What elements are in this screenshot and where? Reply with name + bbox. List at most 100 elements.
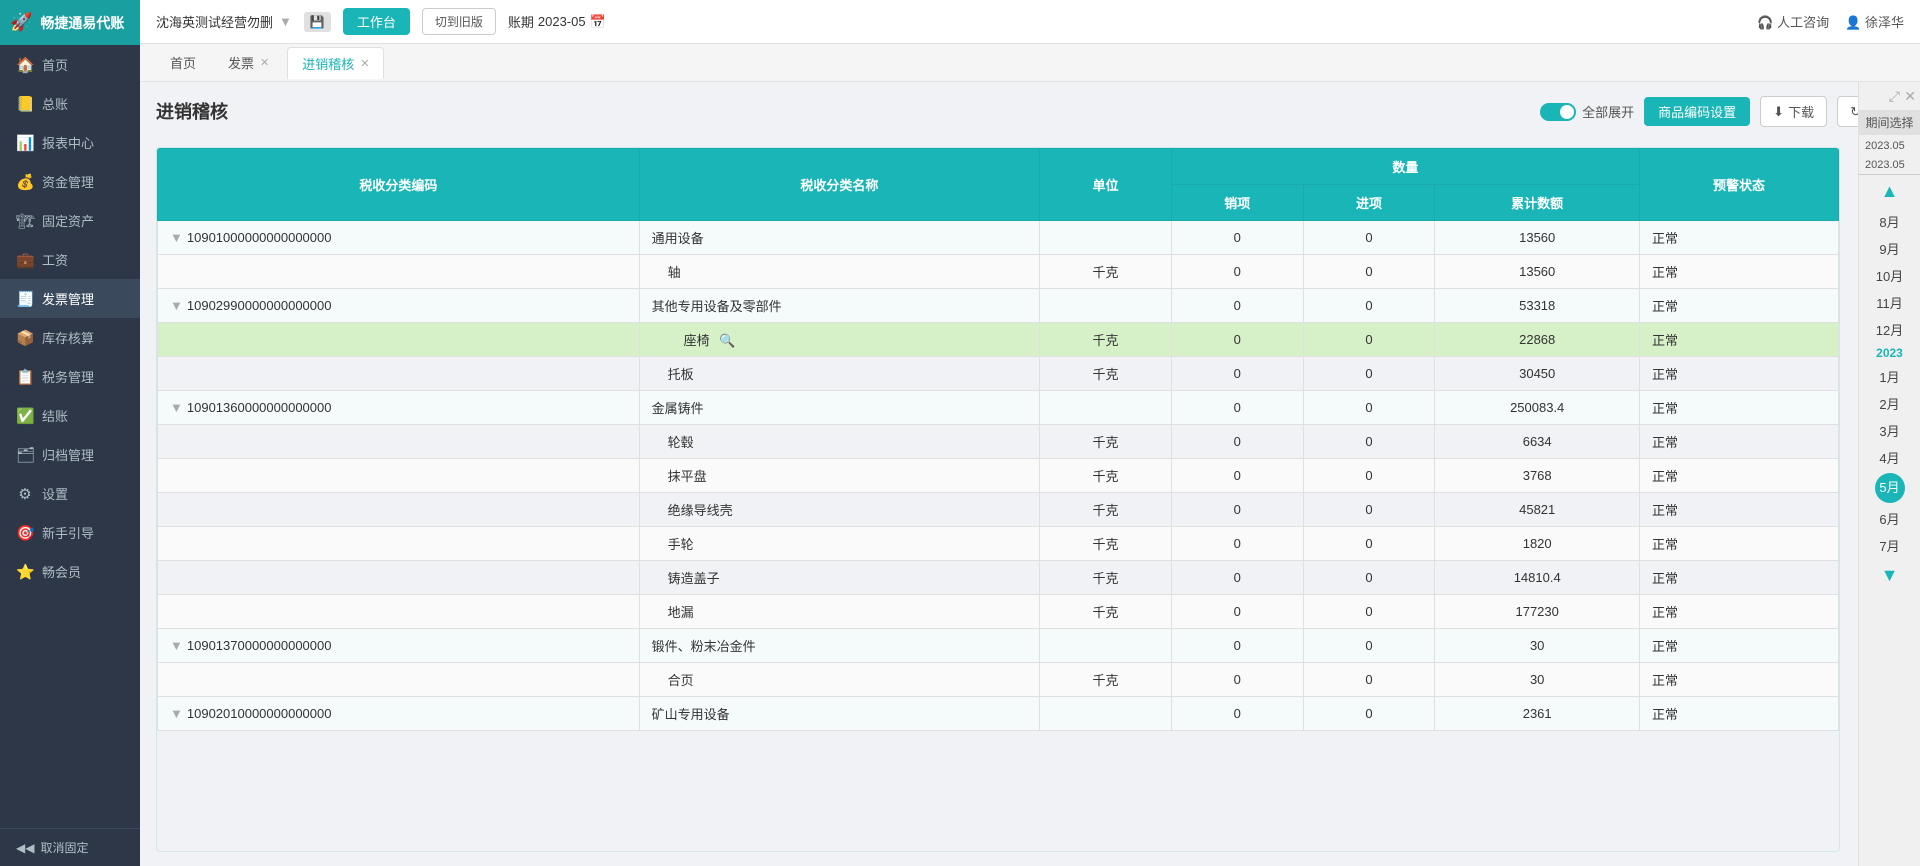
sidebar-item-guide[interactable]: 🎯 新手引导 bbox=[0, 513, 140, 552]
tab-invoice-close[interactable]: ✕ bbox=[260, 56, 269, 69]
pin-toggle[interactable]: ◀◀ 取消固定 bbox=[0, 828, 140, 866]
sidebar-item-assets[interactable]: 🏗 固定资产 bbox=[0, 201, 140, 240]
save-draft-icon[interactable]: 💾 bbox=[304, 12, 331, 32]
sidebar: 🚀 畅捷通易代账 🏠 首页 📒 总账 📊 报表中心 💰 资金管理 🏗 固定资产 … bbox=[0, 0, 140, 866]
month-item[interactable]: 10月 bbox=[1859, 262, 1920, 289]
cell-status: 正常 bbox=[1640, 663, 1839, 697]
period-row-1[interactable]: 2023.05 2023.05 bbox=[1859, 137, 1920, 175]
sidebar-item-fund[interactable]: 💰 资金管理 bbox=[0, 162, 140, 201]
cell-total: 45821 bbox=[1435, 493, 1640, 527]
sidebar-item-salary[interactable]: 💼 工资 bbox=[0, 240, 140, 279]
table-row: ▼10901370000000000000锻件、粉末冶金件0030正常 bbox=[158, 629, 1839, 663]
table-row: ▼10902990000000000000其他专用设备及零部件0053318正常 bbox=[158, 289, 1839, 323]
sidebar-item-archive[interactable]: 🗂 归档管理 bbox=[0, 435, 140, 474]
month-item[interactable]: 2月 bbox=[1859, 390, 1920, 417]
cell-unit bbox=[1040, 391, 1172, 425]
download-button[interactable]: ⬇ 下载 bbox=[1760, 96, 1827, 127]
sidebar-label-guide: 新手引导 bbox=[42, 523, 94, 542]
salary-icon: 💼 bbox=[16, 251, 34, 269]
logo-icon: 🚀 bbox=[10, 12, 32, 33]
member-icon: ⭐ bbox=[16, 563, 34, 581]
cell-name: 手轮 bbox=[639, 527, 1039, 561]
cell-code: ▼10902990000000000000 bbox=[158, 289, 640, 323]
sidebar-item-inventory[interactable]: 📦 库存核算 bbox=[0, 318, 140, 357]
cell-status: 正常 bbox=[1640, 561, 1839, 595]
cell-status: 正常 bbox=[1640, 493, 1839, 527]
page-content: 进销稽核 全部展开 商品编码设置 ⬇ 下载 ↻ 刷新 bbox=[140, 82, 1920, 866]
panel-expand-button[interactable]: ⤢ bbox=[1889, 88, 1900, 105]
nav-down-button[interactable]: ▼ bbox=[1881, 565, 1899, 586]
sidebar-item-invoice[interactable]: 🧾 发票管理 bbox=[0, 279, 140, 318]
cell-total: 13560 bbox=[1435, 255, 1640, 289]
sidebar-item-member[interactable]: ⭐ 畅会员 bbox=[0, 552, 140, 591]
nav-up-button[interactable]: ▲ bbox=[1881, 181, 1899, 202]
sidebar-item-close[interactable]: ✅ 结账 bbox=[0, 396, 140, 435]
table-row: 座椅 🔍千克0022868正常 bbox=[158, 323, 1839, 357]
cell-sales: 0 bbox=[1171, 323, 1303, 357]
cell-name: 地漏 bbox=[639, 595, 1039, 629]
switch-old-button[interactable]: 切到旧版 bbox=[422, 8, 496, 35]
tab-reconciliation[interactable]: 进销稽核 ✕ bbox=[287, 47, 384, 79]
panel-title: 期间选择 bbox=[1859, 110, 1920, 135]
product-code-settings-button[interactable]: 商品编码设置 bbox=[1644, 97, 1750, 126]
cell-sales: 0 bbox=[1171, 459, 1303, 493]
calendar-icon[interactable]: 📅 bbox=[590, 14, 606, 30]
sidebar-label-archive: 归档管理 bbox=[42, 445, 94, 464]
month-item[interactable]: 3月 bbox=[1859, 417, 1920, 444]
cell-unit: 千克 bbox=[1040, 357, 1172, 391]
cell-name: 托板 bbox=[639, 357, 1039, 391]
month-item[interactable]: 9月 bbox=[1859, 235, 1920, 262]
cell-purchase: 0 bbox=[1303, 255, 1435, 289]
month-item[interactable]: 7月 bbox=[1859, 532, 1920, 559]
table-row: 铸造盖子千克0014810.4正常 bbox=[158, 561, 1839, 595]
month-item[interactable]: 8月 bbox=[1859, 208, 1920, 235]
cell-purchase: 0 bbox=[1303, 561, 1435, 595]
sidebar-item-tax[interactable]: 📋 税务管理 bbox=[0, 357, 140, 396]
month-item[interactable]: 1月 bbox=[1859, 363, 1920, 390]
tab-reconciliation-close[interactable]: ✕ bbox=[360, 57, 369, 70]
month-item[interactable]: 4月 bbox=[1859, 444, 1920, 471]
cell-sales: 0 bbox=[1171, 561, 1303, 595]
cell-code bbox=[158, 425, 640, 459]
panel-close-button[interactable]: ✕ bbox=[1904, 88, 1916, 105]
col-quantity-group: 数量 bbox=[1171, 149, 1639, 185]
cell-purchase: 0 bbox=[1303, 391, 1435, 425]
company-selector[interactable]: 沈海英测试经营勿删 ▼ bbox=[156, 12, 292, 31]
cell-sales: 0 bbox=[1171, 391, 1303, 425]
sidebar-item-ledger[interactable]: 📒 总账 bbox=[0, 84, 140, 123]
sidebar-item-home[interactable]: 🏠 首页 bbox=[0, 45, 140, 84]
cell-purchase: 0 bbox=[1303, 697, 1435, 731]
cell-sales: 0 bbox=[1171, 527, 1303, 561]
cell-unit: 千克 bbox=[1040, 527, 1172, 561]
cell-status: 正常 bbox=[1640, 425, 1839, 459]
cell-unit: 千克 bbox=[1040, 595, 1172, 629]
table-row: 轮毂千克006634正常 bbox=[158, 425, 1839, 459]
download-icon: ⬇ bbox=[1773, 104, 1784, 120]
reports-icon: 📊 bbox=[16, 134, 34, 152]
sidebar-item-settings[interactable]: ⚙ 设置 bbox=[0, 474, 140, 513]
tab-home[interactable]: 首页 bbox=[156, 47, 210, 78]
cell-status: 正常 bbox=[1640, 459, 1839, 493]
month-item[interactable]: 5月 bbox=[1875, 473, 1905, 503]
sidebar-item-reports[interactable]: 📊 报表中心 bbox=[0, 123, 140, 162]
search-icon[interactable]: 🔍 bbox=[719, 333, 735, 348]
cell-sales: 0 bbox=[1171, 255, 1303, 289]
month-list: 8月9月10月11月12月20231月2月3月4月5月6月7月 bbox=[1859, 208, 1920, 559]
month-item[interactable]: 6月 bbox=[1859, 505, 1920, 532]
settings-icon: ⚙ bbox=[16, 485, 34, 503]
month-item[interactable]: 11月 bbox=[1859, 289, 1920, 316]
tab-invoice[interactable]: 发票 ✕ bbox=[214, 47, 283, 78]
tab-reconciliation-label: 进销稽核 bbox=[302, 54, 354, 73]
expand-all-toggle[interactable]: 全部展开 bbox=[1540, 102, 1634, 121]
month-item[interactable]: 12月 bbox=[1859, 316, 1920, 343]
table-row: 地漏千克00177230正常 bbox=[158, 595, 1839, 629]
cell-code bbox=[158, 595, 640, 629]
toggle-switch[interactable] bbox=[1540, 103, 1576, 121]
workspace-button[interactable]: 工作台 bbox=[343, 8, 410, 35]
cell-sales: 0 bbox=[1171, 221, 1303, 255]
cell-name: 轴 bbox=[639, 255, 1039, 289]
topbar-right: 🎧 人工咨询 👤 徐泽华 bbox=[1757, 12, 1904, 31]
sidebar-label-close: 结账 bbox=[42, 406, 68, 425]
cell-unit: 千克 bbox=[1040, 255, 1172, 289]
support-link[interactable]: 🎧 人工咨询 bbox=[1757, 12, 1829, 31]
